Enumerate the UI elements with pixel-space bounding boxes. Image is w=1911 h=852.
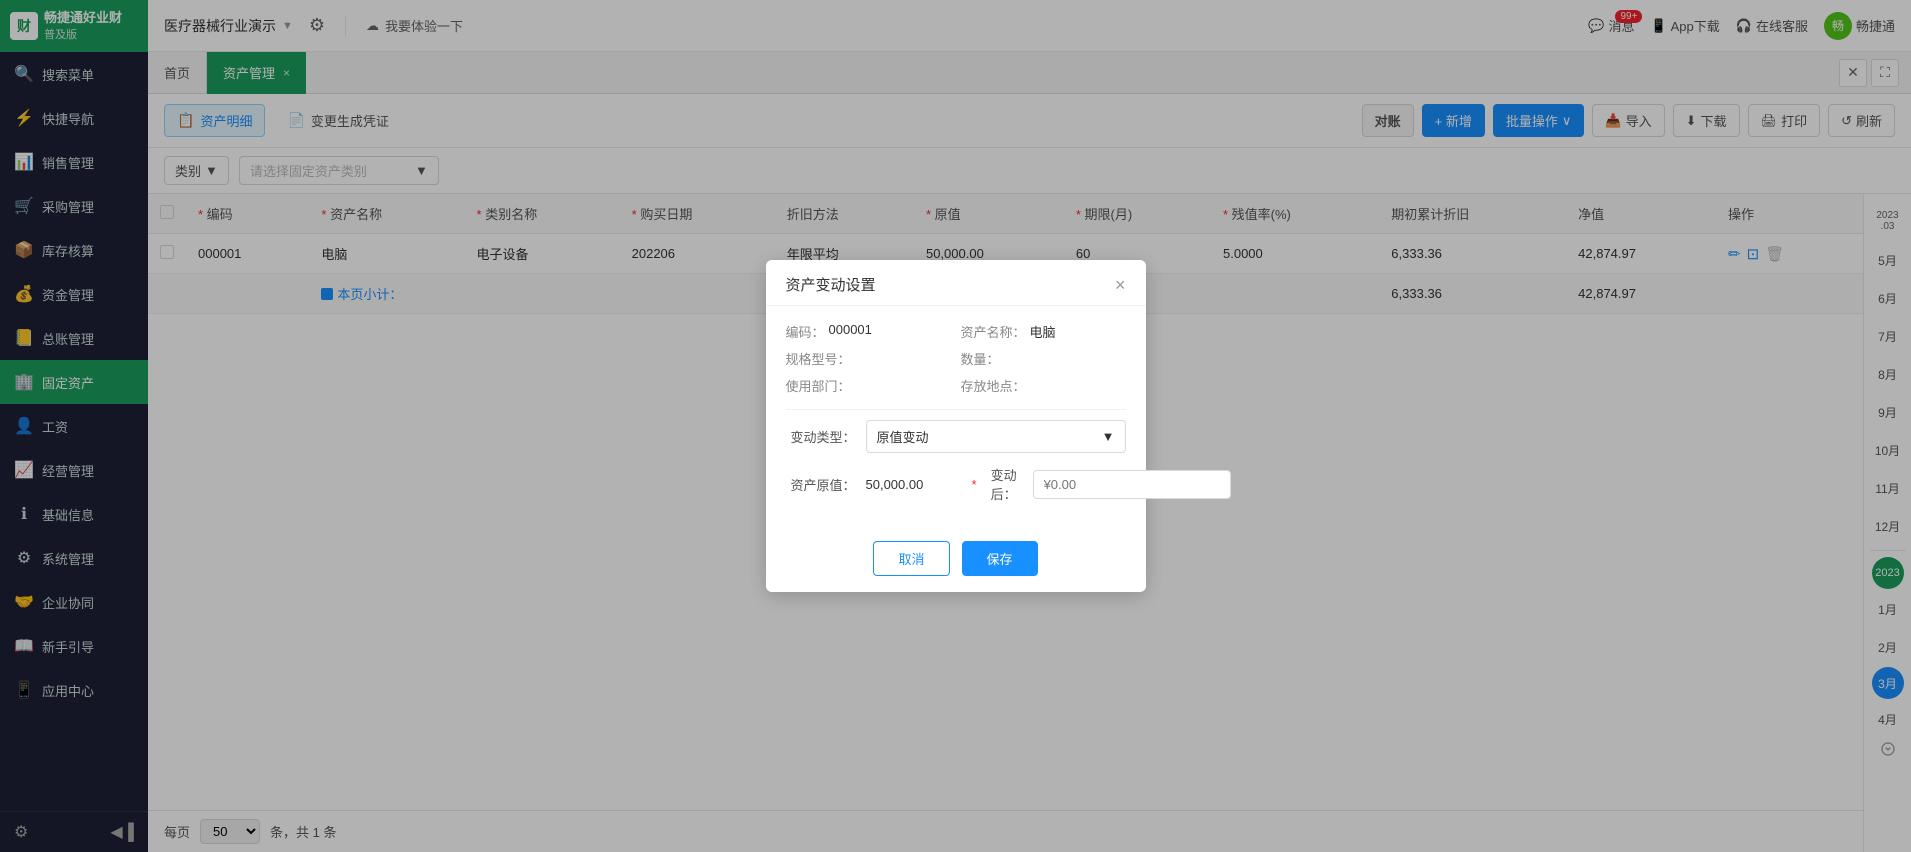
dialog-quantity-item: 数量： bbox=[961, 349, 1126, 368]
dialog-code-label: 编码： bbox=[786, 322, 825, 341]
dialog-location-item: 存放地点： bbox=[961, 376, 1126, 395]
change-type-select[interactable]: 原值变动 ▼ bbox=[866, 420, 1126, 453]
dialog-quantity-label: 数量： bbox=[961, 349, 1000, 368]
dialog-close-icon[interactable]: × bbox=[1115, 276, 1126, 294]
dialog-department-item: 使用部门： bbox=[786, 376, 951, 395]
dialog-footer: 取消 保存 bbox=[766, 531, 1146, 592]
asset-change-dialog: 资产变动设置 × 编码： 000001 资产名称： 电脑 规格型号： 数量： bbox=[766, 260, 1146, 592]
dialog-title: 资产变动设置 bbox=[786, 274, 876, 295]
dialog-after-change-label: 变动后： bbox=[991, 465, 1017, 503]
dialog-spec-label: 规格型号： bbox=[786, 349, 851, 368]
after-change-input[interactable] bbox=[1033, 470, 1231, 499]
after-change-required: * bbox=[972, 477, 977, 492]
dialog-asset-value-label: 资产原值： bbox=[786, 475, 856, 494]
dialog-info-section: 编码： 000001 资产名称： 电脑 规格型号： 数量： 使用部门： bbox=[786, 322, 1126, 395]
dialog-code-value: 000001 bbox=[829, 322, 872, 341]
dialog-divider bbox=[786, 409, 1126, 410]
dialog-location-label: 存放地点： bbox=[961, 376, 1026, 395]
dialog-code-item: 编码： 000001 bbox=[786, 322, 951, 341]
dialog-asset-name-value: 电脑 bbox=[1030, 322, 1056, 341]
cancel-button[interactable]: 取消 bbox=[873, 541, 949, 576]
dialog-overlay: 资产变动设置 × 编码： 000001 资产名称： 电脑 规格型号： 数量： bbox=[0, 0, 1911, 852]
dialog-asset-value-row: 资产原值： 50,000.00 * 变动后： bbox=[786, 465, 1126, 503]
change-type-value: 原值变动 bbox=[877, 427, 929, 446]
dialog-header: 资产变动设置 × bbox=[766, 260, 1146, 306]
dialog-change-type-row: 变动类型： 原值变动 ▼ bbox=[786, 420, 1126, 453]
dialog-asset-name-label: 资产名称： bbox=[961, 322, 1026, 341]
dialog-spec-item: 规格型号： bbox=[786, 349, 951, 368]
dialog-asset-name-item: 资产名称： 电脑 bbox=[961, 322, 1126, 341]
dialog-change-type-label: 变动类型： bbox=[786, 427, 856, 446]
change-type-arrow: ▼ bbox=[1102, 429, 1115, 444]
dialog-department-label: 使用部门： bbox=[786, 376, 851, 395]
save-button[interactable]: 保存 bbox=[962, 541, 1038, 576]
dialog-asset-value: 50,000.00 bbox=[866, 477, 946, 492]
dialog-body: 编码： 000001 资产名称： 电脑 规格型号： 数量： 使用部门： bbox=[766, 306, 1146, 531]
